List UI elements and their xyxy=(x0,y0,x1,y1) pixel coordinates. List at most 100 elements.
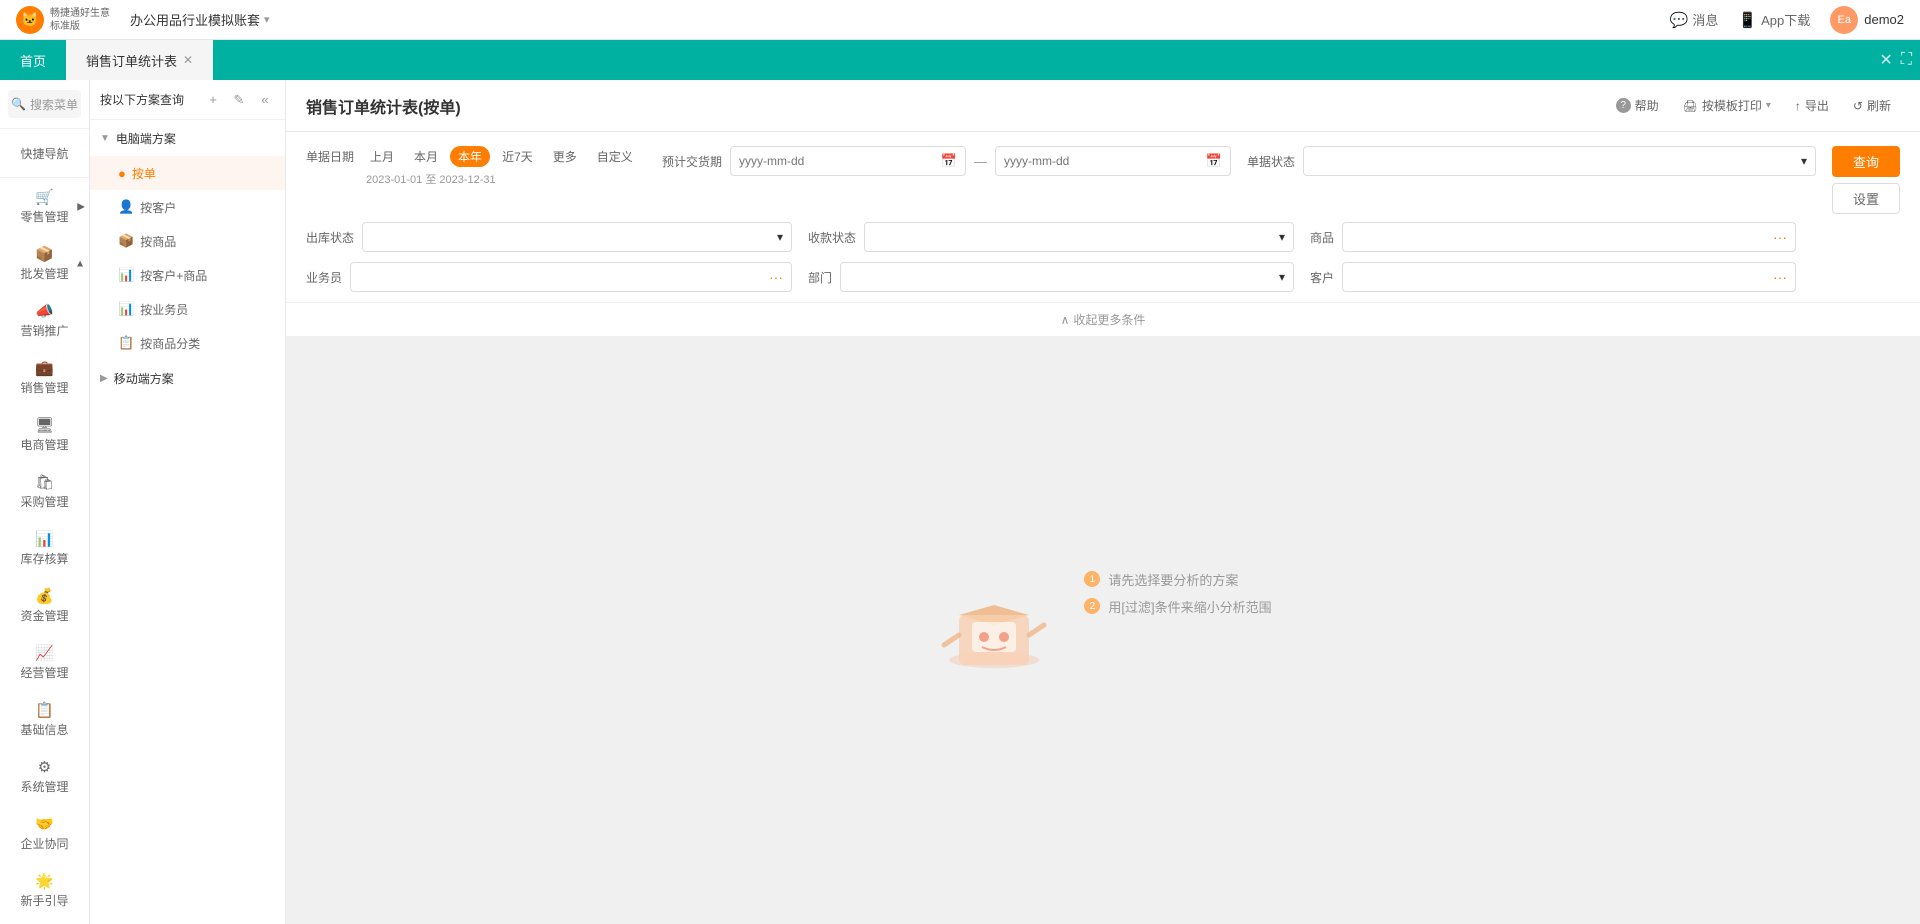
date-tag-custom[interactable]: 自定义 xyxy=(589,146,641,167)
top-header: 🐱 畅捷通好生意标准版 办公用品行业模拟账套 ▾ 💬 消息 📱 App下载 Ea… xyxy=(0,0,1920,40)
ecommerce-icon: 🖥 xyxy=(35,416,54,434)
sidebar: 🔍 搜索菜单 快捷导航 🛒 零售管理 ▶ 📦 批发管理 ▲ 📣 营销推广 xyxy=(0,80,90,924)
empty-state: 1 请先选择要分析的方案 2 用[过滤]条件来缩小分析范围 xyxy=(286,336,1920,924)
date-tag-last-month[interactable]: 上月 xyxy=(362,146,402,167)
sidebar-item-marketing[interactable]: 📣 营销推广 xyxy=(0,292,89,349)
scheme-group-pc-header[interactable]: ▼ 电脑端方案 xyxy=(90,120,285,156)
date-tags: 上月 本月 本年 近7天 更多 自定义 xyxy=(362,146,641,167)
scheme-item-by-customer[interactable]: 👤 按客户 xyxy=(90,190,285,224)
ship-status-filter: 出库状态 ▾ xyxy=(306,222,792,252)
collapse-bar-content: ∧ 收起更多条件 xyxy=(1061,311,1146,328)
expected-date-end[interactable] xyxy=(1004,154,1206,168)
expected-date-label: 预计交货期 xyxy=(662,153,722,170)
wholesale-icon: 📦 xyxy=(35,245,54,263)
sidebar-item-newbie[interactable]: 🌟 新手引导 xyxy=(0,862,89,919)
expected-date-start-wrap: 📅 xyxy=(730,146,966,176)
product-select[interactable]: ··· xyxy=(1342,222,1796,252)
sidebar-item-ecommerce[interactable]: 🖥 电商管理 xyxy=(0,406,89,463)
by-cust-prod-label: 按客户+商品 xyxy=(140,267,207,284)
sidebar-item-enterprise[interactable]: 🤝 企业协同 xyxy=(0,805,89,862)
scheme-item-by-cust-prod[interactable]: 📊 按客户+商品 xyxy=(90,258,285,292)
dept-arrow: ▾ xyxy=(1279,270,1285,284)
export-btn[interactable]: ↑ 导出 xyxy=(1786,92,1838,119)
date-start-icon[interactable]: 📅 xyxy=(941,153,957,169)
collapse-panel-btn[interactable]: « xyxy=(255,90,275,110)
mobile-group-label: 移动端方案 xyxy=(114,370,174,387)
sidebar-item-inventory[interactable]: 📊 库存核算 xyxy=(0,520,89,577)
salesman-dots-icon[interactable]: ··· xyxy=(769,269,783,285)
enterprise-icon: 🤝 xyxy=(35,815,54,833)
sidebar-item-operations[interactable]: 📈 经营管理 xyxy=(0,634,89,691)
refresh-btn[interactable]: ↺ 刷新 xyxy=(1844,92,1900,119)
product-dots-icon[interactable]: ··· xyxy=(1773,229,1787,245)
template-print-btn[interactable]: 🖨 按模板打印 ▾ xyxy=(1674,92,1780,119)
status-select[interactable]: ▾ xyxy=(1303,146,1816,176)
edit-scheme-btn[interactable]: ✎ xyxy=(229,90,249,110)
customer-dots-icon[interactable]: ··· xyxy=(1773,269,1787,285)
dept-select[interactable]: ▾ xyxy=(840,262,1294,292)
empty-svg xyxy=(934,570,1054,690)
pay-status-select[interactable]: ▾ xyxy=(864,222,1294,252)
customer-select[interactable]: ··· xyxy=(1342,262,1796,292)
by-category-label: 按商品分类 xyxy=(140,335,200,352)
query-btn[interactable]: 查询 xyxy=(1832,146,1900,177)
sidebar-search-btn[interactable]: 🔍 搜索菜单 xyxy=(8,90,81,118)
setting-btn[interactable]: 设置 xyxy=(1832,183,1900,214)
date-tag-last7days[interactable]: 近7天 xyxy=(494,146,541,167)
page-title: 销售订单统计表(按单) xyxy=(306,94,461,118)
tab-close-btn[interactable]: ✕ xyxy=(1879,50,1892,70)
left-panel-actions: + ✎ « xyxy=(203,90,275,110)
scheme-group-mobile: ▶ 移动端方案 xyxy=(90,360,285,396)
system-icon: ⚙ xyxy=(38,758,51,776)
date-end-icon[interactable]: 📅 xyxy=(1206,153,1222,169)
date-separator: — xyxy=(974,154,987,169)
add-icon: + xyxy=(209,92,217,107)
page-header-top: 销售订单统计表(按单) ? 帮助 🖨 按模板打印 ▾ ↑ xyxy=(306,92,1900,119)
operations-label: 经营管理 xyxy=(20,664,68,681)
page-header: 销售订单统计表(按单) ? 帮助 🖨 按模板打印 ▾ ↑ xyxy=(286,80,1920,132)
module-selector[interactable]: 办公用品行业模拟账套 ▾ xyxy=(130,10,270,29)
date-tag-this-year[interactable]: 本年 xyxy=(450,146,490,167)
tab-sales-stat[interactable]: 销售订单统计表 ✕ xyxy=(66,40,213,80)
tab-close-icon[interactable]: ✕ xyxy=(183,53,193,67)
help-label: 帮助 xyxy=(1635,97,1659,114)
add-scheme-btn[interactable]: + xyxy=(203,90,223,110)
ship-status-select[interactable]: ▾ xyxy=(362,222,792,252)
sidebar-item-finance[interactable]: 💰 资金管理 xyxy=(0,577,89,634)
sidebar-nav-item-quicknav[interactable]: 快捷导航 xyxy=(0,137,89,169)
search-icon: 🔍 xyxy=(11,97,26,111)
sidebar-item-system[interactable]: ⚙ 系统管理 xyxy=(0,748,89,805)
date-hint-row: 2023-01-01 至 2023-12-31 xyxy=(306,171,646,187)
status-label: 单据状态 xyxy=(1247,153,1295,170)
sidebar-item-sales[interactable]: 💼 销售管理 xyxy=(0,349,89,406)
scheme-item-by-salesman[interactable]: 📊 按业务员 xyxy=(90,292,285,326)
scheme-item-by-category[interactable]: 📋 按商品分类 xyxy=(90,326,285,360)
tip-text-1: 请先选择要分析的方案 xyxy=(1108,570,1238,589)
filter-row-2: 出库状态 ▾ 收款状态 ▾ 商品 xyxy=(306,222,1900,262)
message-action[interactable]: 💬 消息 xyxy=(1670,10,1719,29)
app-download-action[interactable]: 📱 App下载 xyxy=(1738,10,1810,29)
empty-tips: 1 请先选择要分析的方案 2 用[过滤]条件来缩小分析范围 xyxy=(1084,570,1271,616)
collapse-bar[interactable]: ∧ 收起更多条件 xyxy=(286,302,1920,336)
logo-area: 🐱 畅捷通好生意标准版 xyxy=(16,6,110,34)
expected-date-start[interactable] xyxy=(739,154,941,168)
tab-expand-btn[interactable]: ⛶ xyxy=(1901,51,1912,69)
scheme-group-mobile-header[interactable]: ▶ 移动端方案 xyxy=(90,360,285,396)
wholesale-arrow: ▲ xyxy=(75,258,85,269)
date-tag-this-month[interactable]: 本月 xyxy=(406,146,446,167)
sidebar-item-appcenter[interactable]: 🔧 应用中心 xyxy=(0,919,89,924)
tab-home[interactable]: 首页 xyxy=(0,40,66,80)
sidebar-item-wholesale[interactable]: 📦 批发管理 ▲ xyxy=(0,235,89,292)
date-tag-more[interactable]: 更多 xyxy=(545,146,585,167)
sidebar-item-basic[interactable]: 📋 基础信息 xyxy=(0,691,89,748)
user-area[interactable]: Ea demo2 xyxy=(1830,6,1904,34)
scheme-item-by-product[interactable]: 📦 按商品 xyxy=(90,224,285,258)
sidebar-item-purchase[interactable]: 🛍 采购管理 xyxy=(0,463,89,520)
salesman-select[interactable]: ··· xyxy=(350,262,792,292)
export-label: 导出 xyxy=(1805,97,1829,114)
status-arrow: ▾ xyxy=(1801,154,1807,168)
scheme-item-by-order[interactable]: ● 按单 xyxy=(90,156,285,190)
help-btn[interactable]: ? 帮助 xyxy=(1607,92,1668,119)
sidebar-item-retail[interactable]: 🛒 零售管理 ▶ xyxy=(0,178,89,235)
ship-status-label: 出库状态 xyxy=(306,229,354,246)
